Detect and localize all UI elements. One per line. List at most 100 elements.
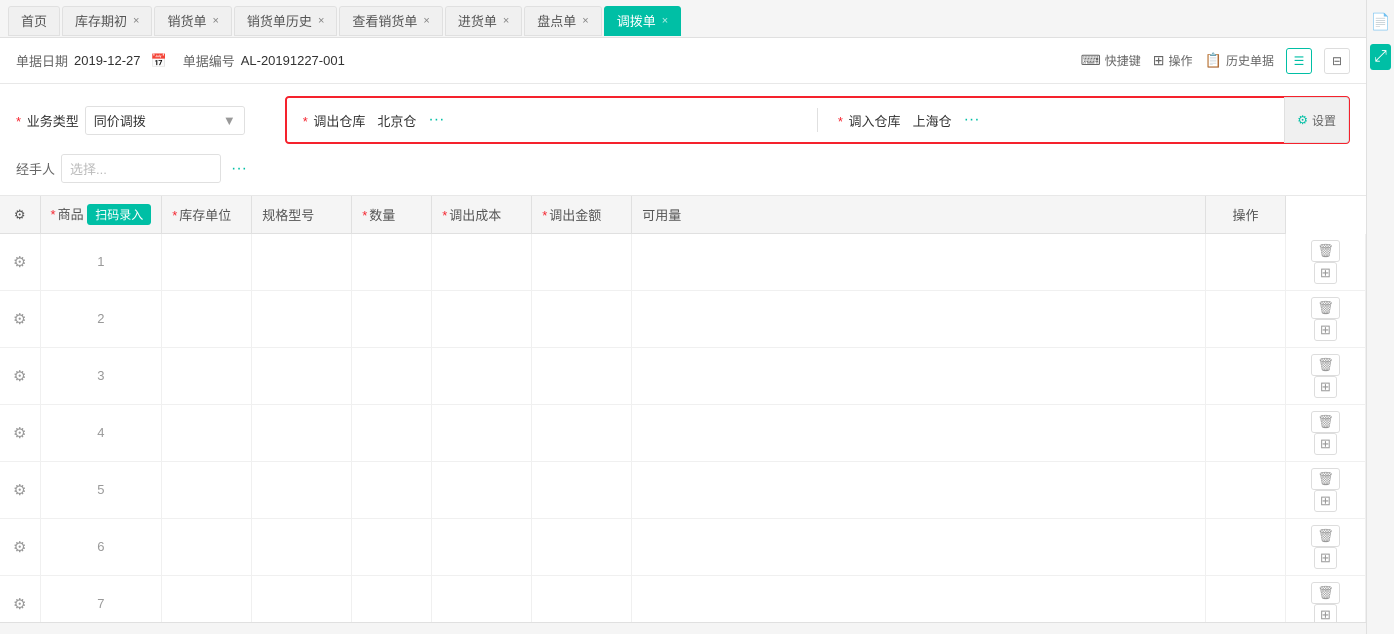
business-type-select[interactable]: 同价调拨 ▼ [85,106,245,135]
cost-cell[interactable] [532,575,632,622]
tab-sales-order[interactable]: 销货单 × [154,6,231,36]
tab-sales-order-close[interactable]: × [212,15,218,27]
delete-row-button[interactable]: 🗑 [1311,525,1340,547]
product-cell[interactable] [162,404,252,461]
row-gear[interactable]: ⚙ [0,518,40,575]
grid-view-button[interactable]: ⊟ [1324,48,1350,74]
row-gear[interactable]: ⚙ [0,234,40,291]
shortcuts-button[interactable]: ⌨ 快捷键 [1081,52,1141,69]
horizontal-scrollbar[interactable] [0,622,1366,634]
delete-row-button[interactable]: 🗑 [1311,468,1340,490]
tab-transfer-close[interactable]: × [662,15,668,27]
unit-cell[interactable] [252,575,352,622]
spec-cell[interactable] [352,347,432,404]
amount-cell[interactable] [632,404,1206,461]
delete-row-button[interactable]: 🗑 [1311,297,1340,319]
cost-cell[interactable] [532,290,632,347]
qty-cell[interactable] [432,404,532,461]
product-cell[interactable] [162,461,252,518]
settings-button[interactable]: ⚙ 设置 [1284,97,1349,143]
spec-cell[interactable] [352,461,432,518]
expand-icon[interactable]: ⤢ [1370,44,1391,70]
amount-cell[interactable] [632,234,1206,291]
spec-cell[interactable] [352,404,432,461]
qty-cell[interactable] [432,518,532,575]
qty-cell[interactable] [432,234,532,291]
unit-cell[interactable] [252,404,352,461]
amount-cell[interactable] [632,461,1206,518]
calendar-icon[interactable]: 📅 [151,53,167,69]
cost-cell[interactable] [532,404,632,461]
unit-cell[interactable] [252,290,352,347]
col-qty-header: *数量 [352,196,432,234]
product-cell[interactable] [162,347,252,404]
row-gear[interactable]: ⚙ [0,575,40,622]
row-gear[interactable]: ⚙ [0,347,40,404]
copy-row-button[interactable]: ⊞ [1314,262,1337,284]
tab-inventory-init[interactable]: 库存期初 × [62,6,152,36]
cost-cell[interactable] [532,518,632,575]
delete-row-button[interactable]: 🗑 [1311,411,1340,433]
in-warehouse-more-icon[interactable]: ··· [964,111,980,129]
handler-more-icon[interactable]: ··· [231,160,247,178]
delete-row-button[interactable]: 🗑 [1311,240,1340,262]
amount-cell[interactable] [632,347,1206,404]
delete-row-button[interactable]: 🗑 [1311,354,1340,376]
operations-button[interactable]: ⊞ 操作 [1153,52,1193,69]
row-gear[interactable]: ⚙ [0,404,40,461]
shortcuts-label: 快捷键 [1105,52,1141,69]
unit-cell[interactable] [252,518,352,575]
date-value[interactable]: 2019-12-27 [74,53,141,68]
copy-row-button[interactable]: ⊞ [1314,376,1337,398]
copy-row-button[interactable]: ⊞ [1314,547,1337,569]
delete-row-button[interactable]: 🗑 [1311,582,1340,604]
cost-cell[interactable] [532,347,632,404]
amount-cell[interactable] [632,290,1206,347]
row-gear[interactable]: ⚙ [0,461,40,518]
qty-cell[interactable] [432,290,532,347]
qty-cell[interactable] [432,575,532,622]
tab-purchase[interactable]: 进货单 × [445,6,522,36]
qty-cell[interactable] [432,461,532,518]
cost-cell[interactable] [532,234,632,291]
tab-stocktake[interactable]: 盘点单 × [524,6,601,36]
copy-row-button[interactable]: ⊞ [1314,490,1337,512]
amount-cell[interactable] [632,518,1206,575]
unit-cell[interactable] [252,347,352,404]
list-view-button[interactable]: ☰ [1286,48,1312,74]
tab-stocktake-close[interactable]: × [582,15,588,27]
out-warehouse-field: * 调出仓库 北京仓 ··· [303,111,797,130]
col-settings-header[interactable]: ⚙ [0,196,40,234]
spec-cell[interactable] [352,290,432,347]
product-cell[interactable] [162,518,252,575]
tab-inventory-init-close[interactable]: × [133,15,139,27]
unit-cell[interactable] [252,461,352,518]
history-label: 历史单据 [1226,52,1274,69]
out-warehouse-more-icon[interactable]: ··· [428,111,444,129]
tab-view-sales-close[interactable]: × [423,15,429,27]
scan-button[interactable]: 扫码录入 [87,204,151,225]
copy-row-button[interactable]: ⊞ [1314,433,1337,455]
cost-cell[interactable] [532,461,632,518]
spec-cell[interactable] [352,518,432,575]
product-cell[interactable] [162,290,252,347]
history-button[interactable]: 📋 历史单据 [1205,52,1274,69]
handler-select[interactable]: 选择... [61,154,221,183]
col-ops-header: 操作 [1206,196,1286,234]
product-cell[interactable] [162,575,252,622]
spec-cell[interactable] [352,234,432,291]
unit-cell[interactable] [252,234,352,291]
tab-sales-history-close[interactable]: × [318,15,324,27]
row-gear[interactable]: ⚙ [0,290,40,347]
tab-transfer[interactable]: 调拨单 × [604,6,681,36]
tab-view-sales[interactable]: 查看销货单 × [339,6,442,36]
qty-cell[interactable] [432,347,532,404]
copy-row-button[interactable]: ⊞ [1314,604,1337,623]
copy-row-button[interactable]: ⊞ [1314,319,1337,341]
tab-home[interactable]: 首页 [8,6,60,36]
spec-cell[interactable] [352,575,432,622]
tab-sales-history[interactable]: 销货单历史 × [234,6,337,36]
amount-cell[interactable] [632,575,1206,622]
tab-purchase-close[interactable]: × [503,15,509,27]
product-cell[interactable] [162,234,252,291]
